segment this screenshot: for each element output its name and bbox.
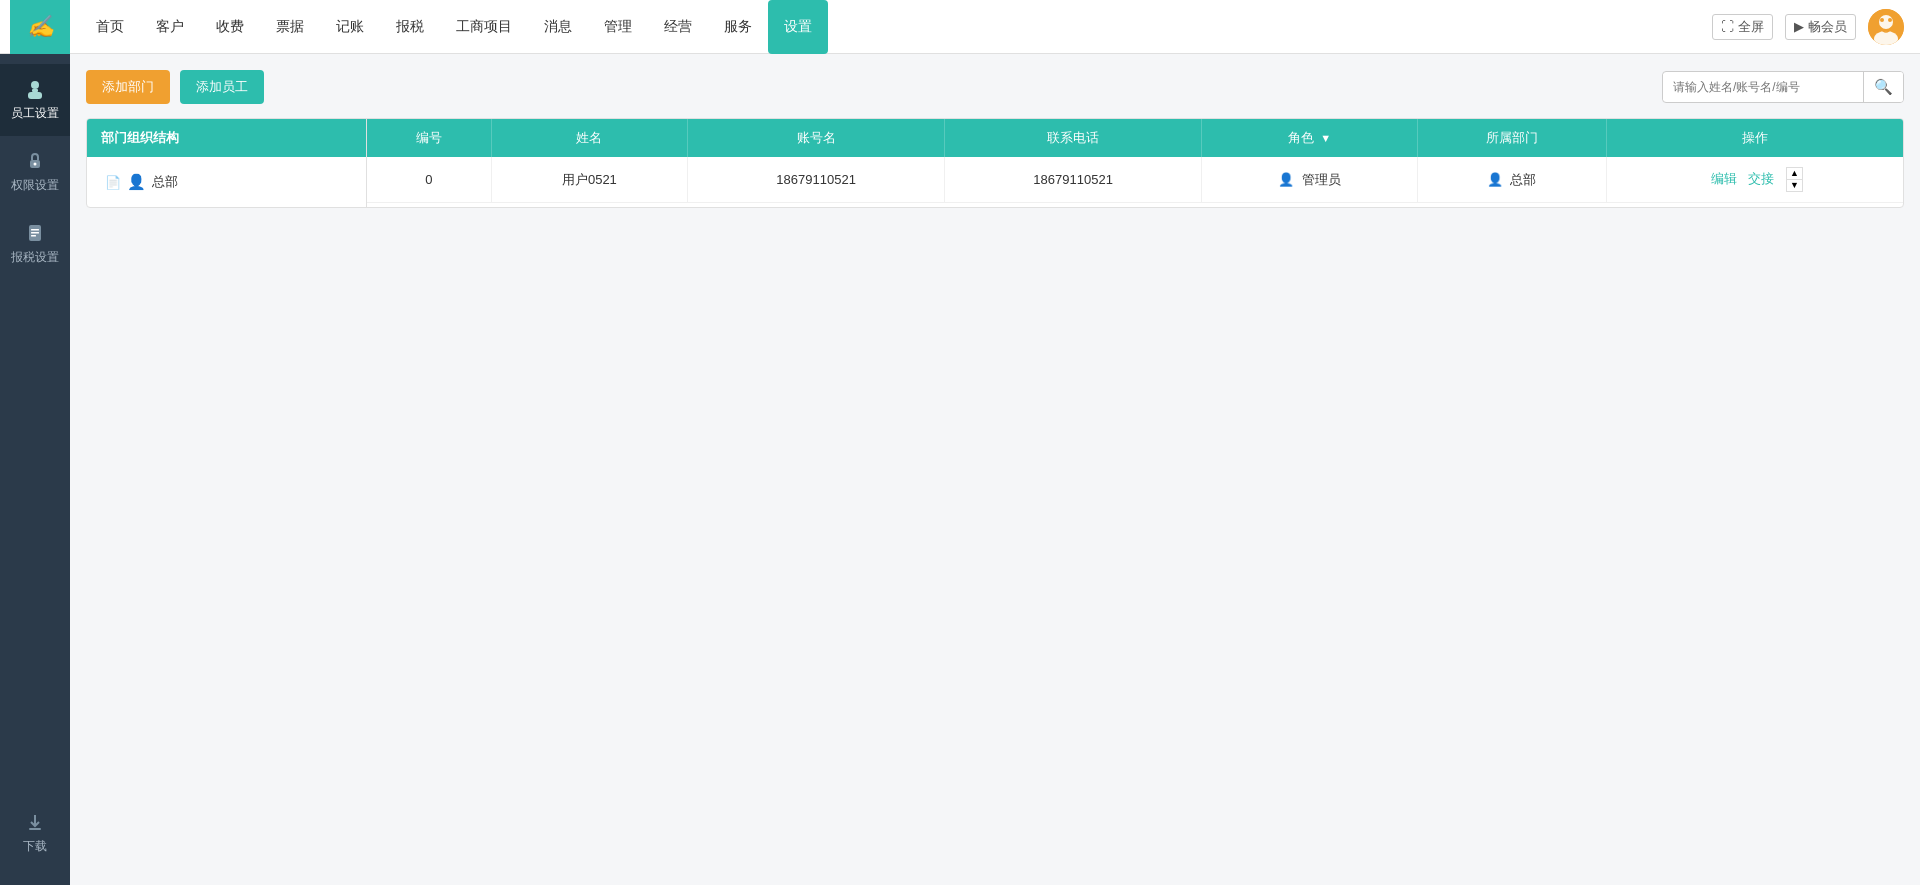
- filter-icon: ▼: [1320, 132, 1331, 144]
- person-icon: [24, 78, 46, 100]
- main-panel: 部门组织结构 📄 👤 总部 编号 姓名 账号名: [86, 118, 1904, 208]
- svg-rect-6: [28, 92, 42, 99]
- top-nav: ✍ 首页 客户 收费 票据 记账 报税 工商项目 消息 管理 经营 服务 设置 …: [0, 0, 1920, 54]
- avatar-image: [1868, 9, 1904, 45]
- svg-rect-13: [31, 235, 36, 237]
- sidebar-item-permission[interactable]: 权限设置: [0, 136, 70, 208]
- cell-dept-label: 总部: [1510, 172, 1536, 187]
- cell-id: 0: [367, 157, 491, 203]
- sidebar-item-tax-settings[interactable]: 报税设置: [0, 208, 70, 280]
- search-button[interactable]: 🔍: [1863, 72, 1903, 102]
- svg-rect-11: [31, 229, 39, 231]
- cell-account: 18679110521: [688, 157, 945, 203]
- sidebar: 员工设置 权限设置 报税设置: [0, 54, 70, 885]
- logo: ✍: [10, 0, 70, 54]
- edit-button[interactable]: 编辑: [1711, 171, 1737, 186]
- row-scroll-controls: ▲ ▼: [1786, 167, 1803, 192]
- sidebar-item-staff-label: 员工设置: [11, 105, 59, 122]
- nav-right: ⛶ 全屏 ▶ 畅会员: [1712, 9, 1920, 45]
- svg-rect-7: [32, 89, 38, 92]
- sidebar-item-staff[interactable]: 员工设置: [0, 64, 70, 136]
- tree-header: 部门组织结构: [87, 119, 366, 157]
- main-layout: 员工设置 权限设置 报税设置: [0, 54, 1920, 885]
- dept-icon: 👤: [1487, 172, 1503, 187]
- svg-rect-12: [31, 232, 39, 234]
- nav-item-manage[interactable]: 管理: [588, 0, 648, 54]
- svg-point-9: [34, 163, 37, 166]
- nav-item-home[interactable]: 首页: [80, 0, 140, 54]
- col-account: 账号名: [688, 119, 945, 157]
- cell-name: 用户0521: [491, 157, 687, 203]
- cell-phone: 18679110521: [945, 157, 1202, 203]
- nav-item-operate[interactable]: 经营: [648, 0, 708, 54]
- scroll-up-btn[interactable]: ▲: [1786, 167, 1803, 180]
- nav-item-biz[interactable]: 工商项目: [440, 0, 528, 54]
- file-icon: 📄: [105, 175, 121, 190]
- cell-dept: 👤 总部: [1417, 157, 1606, 203]
- search-input[interactable]: [1663, 74, 1863, 100]
- col-name: 姓名: [491, 119, 687, 157]
- transfer-button[interactable]: 交接: [1748, 171, 1774, 186]
- col-action: 操作: [1606, 119, 1903, 157]
- svg-point-4: [1888, 18, 1892, 22]
- report-icon: [24, 222, 46, 244]
- table-panel: 编号 姓名 账号名 联系电话 角色 ▼ 所属部门 操作: [367, 119, 1903, 207]
- fullscreen-button[interactable]: ⛶ 全屏: [1712, 14, 1773, 40]
- col-role[interactable]: 角色 ▼: [1202, 119, 1417, 157]
- vip-label: 畅会员: [1808, 18, 1847, 36]
- vip-button[interactable]: ▶ 畅会员: [1785, 14, 1856, 40]
- logo-icon: ✍: [27, 14, 54, 40]
- nav-item-client[interactable]: 客户: [140, 0, 200, 54]
- col-dept: 所属部门: [1417, 119, 1606, 157]
- sidebar-item-download-label: 下载: [23, 838, 47, 855]
- add-dept-button[interactable]: 添加部门: [86, 70, 170, 104]
- tree-user-icon: 👤: [127, 173, 146, 191]
- tree-item-headquarters[interactable]: 📄 👤 总部: [97, 167, 356, 197]
- nav-item-fee[interactable]: 收费: [200, 0, 260, 54]
- tree-body: 📄 👤 总部: [87, 157, 366, 207]
- staff-table: 编号 姓名 账号名 联系电话 角色 ▼ 所属部门 操作: [367, 119, 1903, 203]
- col-role-label: 角色: [1288, 130, 1314, 145]
- nav-item-msg[interactable]: 消息: [528, 0, 588, 54]
- cell-role: 👤 管理员: [1202, 157, 1417, 203]
- sidebar-bottom: 下载: [0, 797, 70, 885]
- role-icon: 👤: [1278, 172, 1294, 187]
- nav-items: 首页 客户 收费 票据 记账 报税 工商项目 消息 管理 经营 服务 设置: [80, 0, 1712, 54]
- search-box: 🔍: [1662, 71, 1904, 103]
- col-phone: 联系电话: [945, 119, 1202, 157]
- sidebar-item-download[interactable]: 下载: [0, 797, 70, 869]
- sidebar-item-tax-label: 报税设置: [11, 249, 59, 266]
- fullscreen-label: 全屏: [1738, 18, 1764, 36]
- content-area: 添加部门 添加员工 🔍 部门组织结构 📄 👤 总部: [70, 54, 1920, 885]
- cell-actions: 编辑 交接 ▲ ▼: [1606, 157, 1903, 203]
- avatar[interactable]: [1868, 9, 1904, 45]
- col-id: 编号: [367, 119, 491, 157]
- nav-item-settings[interactable]: 设置: [768, 0, 828, 54]
- nav-item-bill[interactable]: 票据: [260, 0, 320, 54]
- table-row: 0 用户0521 18679110521 18679110521 👤 管理员 👤…: [367, 157, 1903, 203]
- scroll-down-btn[interactable]: ▼: [1786, 180, 1803, 192]
- cell-role-label: 管理员: [1302, 172, 1341, 187]
- svg-rect-14: [29, 828, 41, 830]
- nav-item-account[interactable]: 记账: [320, 0, 380, 54]
- nav-item-tax[interactable]: 报税: [380, 0, 440, 54]
- download-icon: [24, 811, 46, 833]
- toolbar: 添加部门 添加员工 🔍: [86, 70, 1904, 104]
- tree-panel: 部门组织结构 📄 👤 总部: [87, 119, 367, 207]
- sidebar-item-permission-label: 权限设置: [11, 177, 59, 194]
- lock-icon: [24, 150, 46, 172]
- svg-point-5: [31, 81, 39, 89]
- tree-item-label: 总部: [152, 173, 178, 191]
- svg-point-1: [1879, 15, 1893, 29]
- vip-icon: ▶: [1794, 19, 1804, 34]
- table-header-row: 编号 姓名 账号名 联系电话 角色 ▼ 所属部门 操作: [367, 119, 1903, 157]
- nav-item-service[interactable]: 服务: [708, 0, 768, 54]
- svg-point-3: [1880, 18, 1884, 22]
- fullscreen-icon: ⛶: [1721, 19, 1734, 34]
- search-icon: 🔍: [1874, 78, 1893, 95]
- add-staff-button[interactable]: 添加员工: [180, 70, 264, 104]
